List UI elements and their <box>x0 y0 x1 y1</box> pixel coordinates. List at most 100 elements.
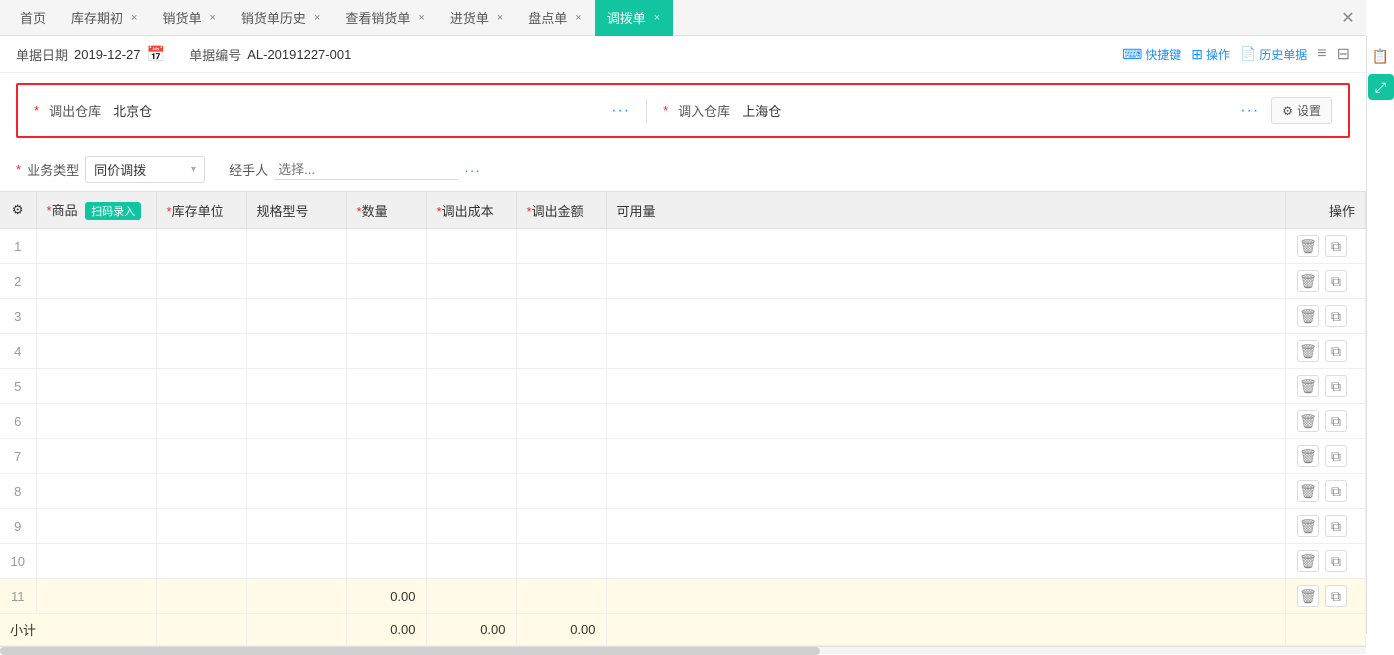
tab-close-view-sales[interactable]: × <box>418 12 424 24</box>
delete-icon[interactable]: 🗑 <box>1297 480 1319 502</box>
sidebar-expand-icon[interactable]: ⤢ <box>1368 74 1394 100</box>
table-gear-icon[interactable]: ⚙ <box>12 202 24 217</box>
cell-product[interactable] <box>36 369 156 404</box>
history-button[interactable]: 📄 历史单据 <box>1240 46 1307 63</box>
other-fields-row: * 业务类型 同价调拨 ▾ 经手人 ··· <box>0 148 1366 191</box>
warehouse-out-more[interactable]: ··· <box>611 102 630 120</box>
copy-icon[interactable]: ⧉ <box>1325 585 1347 607</box>
tab-home[interactable]: 首页 <box>8 0 59 36</box>
subtotal-qty: 0.00 <box>346 614 426 646</box>
row-num: 5 <box>0 369 36 404</box>
table-row: 10 🗑 ⧉ <box>0 544 1366 579</box>
col-qty: *数量 <box>346 192 426 229</box>
tab-transfer-order[interactable]: 调拨单× <box>595 0 673 36</box>
view-switch-1[interactable]: ≡ <box>1317 45 1326 63</box>
barcode-entry-button[interactable]: 扫码录入 <box>85 202 141 220</box>
copy-icon[interactable]: ⧉ <box>1325 550 1347 572</box>
settings-button[interactable]: ⚙ 设置 <box>1271 97 1332 124</box>
delete-icon[interactable]: 🗑 <box>1297 340 1319 362</box>
tab-close-inventory-check[interactable]: × <box>575 12 581 24</box>
tab-close-sales-history[interactable]: × <box>314 12 320 24</box>
view-switch-2[interactable]: ⊟ <box>1337 44 1350 64</box>
table-row: 5 🗑 ⧉ <box>0 369 1366 404</box>
cell-cost <box>426 439 516 474</box>
table-row: 6 🗑 ⧉ <box>0 404 1366 439</box>
delete-icon[interactable]: 🗑 <box>1297 445 1319 467</box>
tab-purchase-order[interactable]: 进货单× <box>438 0 516 36</box>
tab-close-inventory-init[interactable]: × <box>131 12 137 24</box>
tab-label: 首页 <box>20 8 46 27</box>
horizontal-scrollbar[interactable] <box>0 646 1366 654</box>
tab-close-sales-order[interactable]: × <box>209 12 215 24</box>
copy-icon[interactable]: ⧉ <box>1325 270 1347 292</box>
cell-product[interactable] <box>36 544 156 579</box>
operation-label: 操作 <box>1206 46 1230 63</box>
cell-qty <box>346 474 426 509</box>
calendar-icon[interactable]: 📅 <box>147 45 166 63</box>
delete-icon[interactable]: 🗑 <box>1297 375 1319 397</box>
handler-input[interactable] <box>274 160 458 180</box>
tab-sales-history[interactable]: 销货单历史× <box>229 0 333 36</box>
cell-spec <box>246 509 346 544</box>
handler-label: 经手人 <box>229 160 268 179</box>
cell-cost <box>426 369 516 404</box>
cell-product[interactable] <box>36 334 156 369</box>
tab-inventory-check[interactable]: 盘点单× <box>516 0 594 36</box>
copy-icon[interactable]: ⧉ <box>1325 235 1347 257</box>
shortcut-button[interactable]: ⌨ 快捷键 <box>1122 46 1181 63</box>
business-type-select[interactable]: 同价调拨 ▾ <box>85 156 205 183</box>
operation-button[interactable]: ⊞ 操作 <box>1191 46 1230 63</box>
tab-close-transfer-order[interactable]: × <box>654 12 660 24</box>
cell-available <box>606 474 1286 509</box>
cell-product[interactable] <box>36 404 156 439</box>
scroll-thumb[interactable] <box>0 647 820 655</box>
table-row: 4 🗑 ⧉ <box>0 334 1366 369</box>
cell-qty <box>346 544 426 579</box>
tab-sales-order[interactable]: 销货单× <box>150 0 228 36</box>
delete-icon[interactable]: 🗑 <box>1297 235 1319 257</box>
delete-icon[interactable]: 🗑 <box>1297 305 1319 327</box>
cell-product[interactable] <box>36 439 156 474</box>
copy-icon[interactable]: ⧉ <box>1325 445 1347 467</box>
cell-available <box>606 369 1286 404</box>
delete-icon[interactable]: 🗑 <box>1297 550 1319 572</box>
warehouse-in-value[interactable]: 上海仓 <box>742 101 781 120</box>
row-num: 7 <box>0 439 36 474</box>
cell-qty <box>346 404 426 439</box>
warehouse-in-more[interactable]: ··· <box>1240 102 1259 120</box>
cell-action: 🗑 ⧉ <box>1286 439 1366 474</box>
delete-icon[interactable]: 🗑 <box>1297 585 1319 607</box>
delete-icon[interactable]: 🗑 <box>1297 270 1319 292</box>
cell-amount <box>516 439 606 474</box>
copy-icon[interactable]: ⧉ <box>1325 340 1347 362</box>
table-row: 1 🗑 ⧉ <box>0 229 1366 264</box>
row-num: 2 <box>0 264 36 299</box>
delete-icon[interactable]: 🗑 <box>1297 410 1319 432</box>
date-field: 单据日期 2019-12-27 📅 <box>16 45 165 64</box>
cell-product[interactable] <box>36 264 156 299</box>
copy-icon[interactable]: ⧉ <box>1325 305 1347 327</box>
cell-product[interactable] <box>36 229 156 264</box>
copy-icon[interactable]: ⧉ <box>1325 515 1347 537</box>
cell-qty <box>346 334 426 369</box>
warehouse-out-value[interactable]: 北京仓 <box>113 101 152 120</box>
data-table: ⚙ *商品 扫码录入 *库存单位 规格型号 *数量 *调出成本 *调出金额 可用… <box>0 192 1366 646</box>
sidebar-doc-icon[interactable]: 📋 <box>1369 44 1393 68</box>
delete-icon[interactable]: 🗑 <box>1297 515 1319 537</box>
date-label: 单据日期 <box>16 45 68 64</box>
window-close-button[interactable]: ✕ <box>1338 8 1358 28</box>
copy-icon[interactable]: ⧉ <box>1325 410 1347 432</box>
cell-product[interactable] <box>36 509 156 544</box>
tab-view-sales[interactable]: 查看销货单× <box>333 0 437 36</box>
col-amount: *调出金额 <box>516 192 606 229</box>
copy-icon[interactable]: ⧉ <box>1325 375 1347 397</box>
cell-qty <box>346 439 426 474</box>
handler-more[interactable]: ··· <box>464 162 481 178</box>
tab-close-purchase-order[interactable]: × <box>497 12 503 24</box>
subtotal-cost: 0.00 <box>426 614 516 646</box>
cell-product[interactable] <box>36 474 156 509</box>
tab-inventory-init[interactable]: 库存期初× <box>59 0 150 36</box>
cell-product[interactable] <box>36 299 156 334</box>
cell-action: 🗑 ⧉ <box>1286 229 1366 264</box>
copy-icon[interactable]: ⧉ <box>1325 480 1347 502</box>
